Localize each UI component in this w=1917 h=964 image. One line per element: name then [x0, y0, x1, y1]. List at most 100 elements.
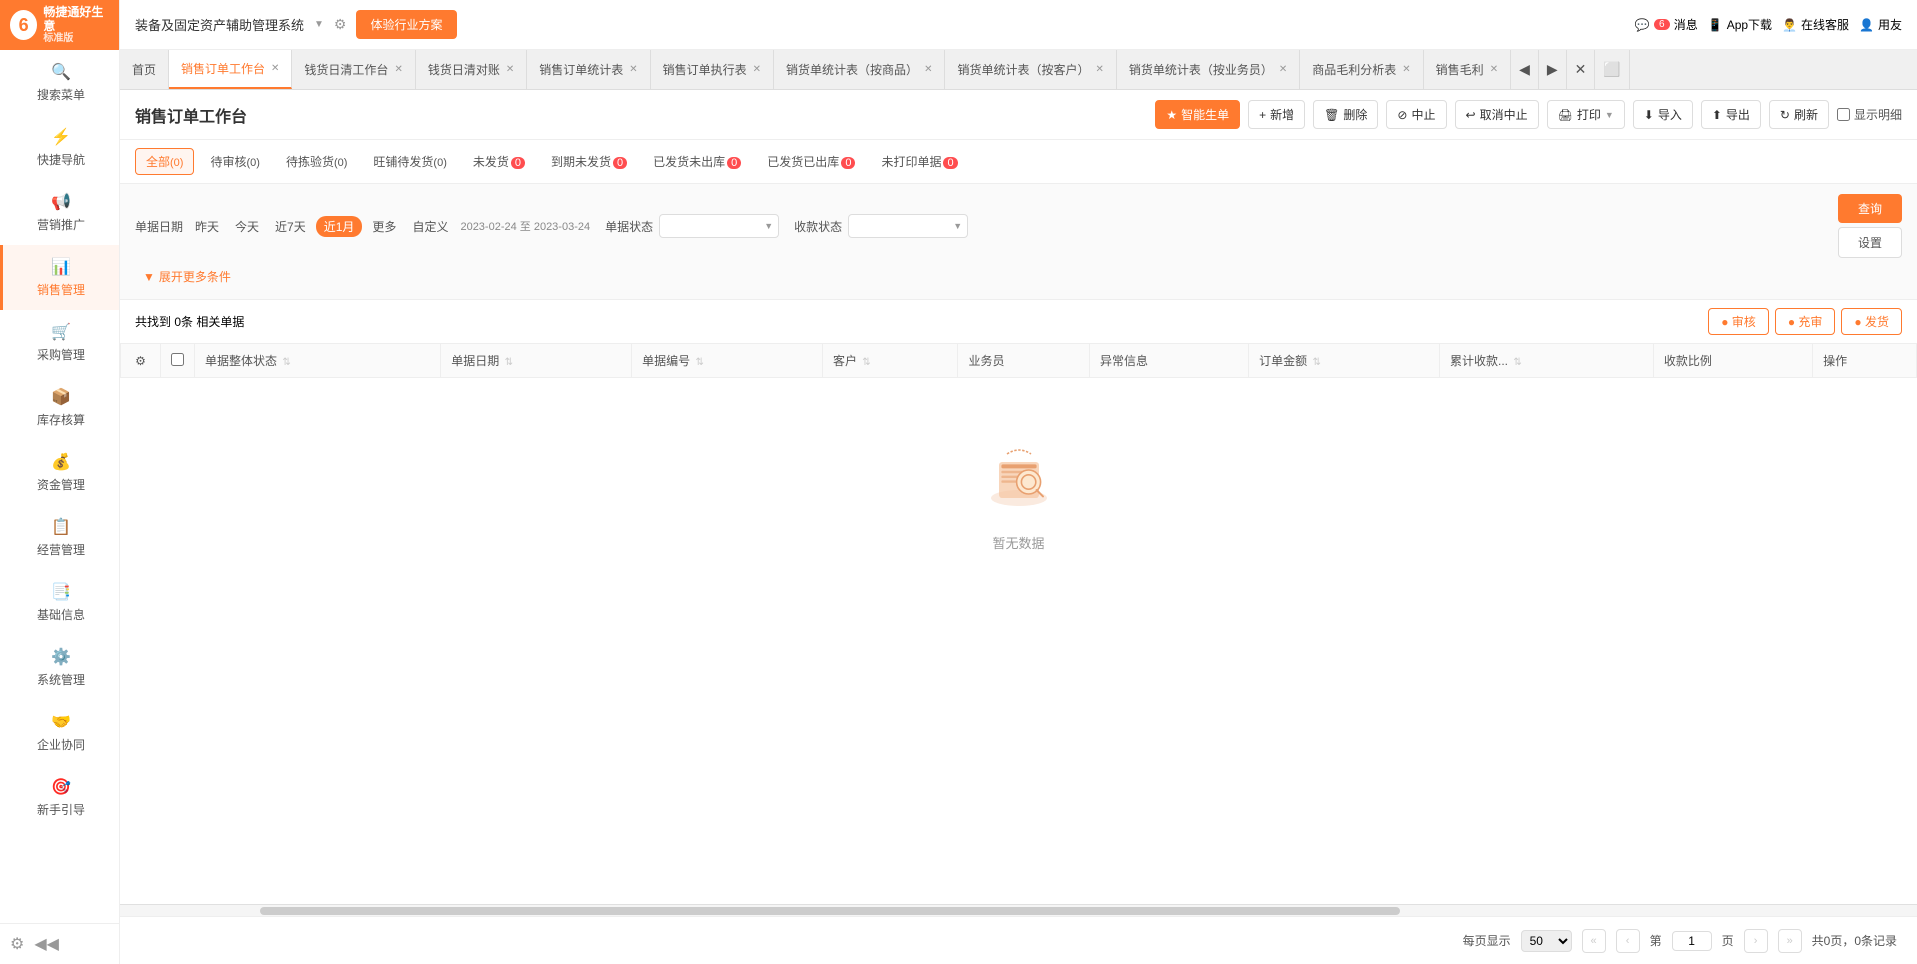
tab-sales-exec-close[interactable]: ✕: [753, 64, 761, 75]
sidebar-item-system[interactable]: ⚙️ 系统管理: [0, 635, 119, 700]
tab-sales-exec[interactable]: 销售订单执行表 ✕: [651, 50, 774, 89]
user-action[interactable]: 👤 用友: [1859, 16, 1902, 33]
sidebar-item-sales[interactable]: 📊 销售管理: [0, 245, 119, 310]
tab-sales-stat-close[interactable]: ✕: [629, 64, 637, 75]
expand-conditions-btn[interactable]: ▼ 展开更多条件: [135, 264, 1902, 289]
show-detail-input[interactable]: [1837, 108, 1850, 121]
tab-sales-workbench[interactable]: 销售订单工作台 ✕: [169, 50, 292, 89]
col-payment-ratio[interactable]: 收款比例: [1653, 344, 1812, 378]
first-page-btn[interactable]: «: [1582, 929, 1606, 953]
print-button[interactable]: 🖨 打印 ▼: [1547, 100, 1625, 129]
filter-settings-button[interactable]: 设置: [1838, 227, 1902, 258]
tab-gross-profit-close[interactable]: ✕: [1402, 64, 1410, 75]
tab-cash-reconcile[interactable]: 钱货日清对账 ✕: [416, 50, 527, 89]
next-page-btn[interactable]: ›: [1744, 929, 1768, 953]
payment-status-select[interactable]: [848, 214, 968, 238]
collapse-icon[interactable]: ◀◀: [34, 934, 59, 954]
sub-tab-overdue-not-ship[interactable]: 到期未发货0: [541, 149, 637, 174]
ship-button[interactable]: ● 发货: [1841, 308, 1902, 335]
col-order-amount[interactable]: 订单金额 ⇅: [1249, 344, 1440, 378]
online-service-action[interactable]: 👨‍💼 在线客服: [1782, 16, 1849, 33]
tab-sales-stat[interactable]: 销售订单统计表 ✕: [527, 50, 650, 89]
last-page-btn[interactable]: »: [1778, 929, 1802, 953]
col-exception[interactable]: 异常信息: [1089, 344, 1248, 378]
sidebar-item-enterprise[interactable]: 🤝 企业协同: [0, 700, 119, 765]
prev-page-btn[interactable]: ‹: [1616, 929, 1640, 953]
sub-tab-pending-inspect[interactable]: 待拣验货(0): [276, 149, 357, 174]
col-doc-date[interactable]: 单据日期 ⇅: [441, 344, 632, 378]
sub-tab-wangpu-ship[interactable]: 旺铺待发货(0): [363, 149, 456, 174]
sub-tab-all[interactable]: 全部(0): [135, 148, 194, 175]
smart-create-button[interactable]: ★ 智能生单: [1155, 100, 1240, 129]
gear-icon[interactable]: ⚙: [334, 16, 347, 33]
cancel-stop-button[interactable]: ↩ 取消中止: [1455, 100, 1539, 129]
sidebar-item-operations[interactable]: 📋 经营管理: [0, 505, 119, 570]
delete-button[interactable]: 🗑 删除: [1313, 100, 1378, 129]
sidebar-item-quick-nav[interactable]: ⚡ 快捷导航: [0, 115, 119, 180]
sub-tab-not-shipped[interactable]: 未发货0: [463, 149, 535, 174]
sub-tab-pending-review[interactable]: 待审核(0): [200, 149, 269, 174]
tab-home[interactable]: 首页: [120, 50, 169, 89]
tab-sales-more-close[interactable]: ✕: [1490, 64, 1498, 75]
col-settings[interactable]: ⚙: [121, 344, 161, 378]
date-option-yesterday[interactable]: 昨天: [189, 216, 225, 237]
col-doc-status[interactable]: 单据整体状态 ⇅: [195, 344, 441, 378]
sub-tab-shipped-not-in[interactable]: 已发货未出库0: [643, 149, 751, 174]
col-doc-no[interactable]: 单据编号 ⇅: [632, 344, 823, 378]
tab-sales-workbench-close[interactable]: ✕: [271, 63, 279, 74]
import-button[interactable]: ⬇ 导入: [1633, 100, 1693, 129]
page-number-input[interactable]: [1672, 931, 1712, 951]
tab-sales-by-customer-close[interactable]: ✕: [1095, 64, 1103, 75]
sub-tab-not-printed[interactable]: 未打印单据0: [871, 149, 967, 174]
col-received[interactable]: 累计收款... ⇅: [1439, 344, 1653, 378]
tab-sales-by-product[interactable]: 销货单统计表（按商品） ✕: [774, 50, 945, 89]
sidebar-item-guide[interactable]: 🎯 新手引导: [0, 765, 119, 830]
sidebar-item-finance[interactable]: 💰 资金管理: [0, 440, 119, 505]
sidebar-item-purchase[interactable]: 🛒 采购管理: [0, 310, 119, 375]
system-title-dropdown[interactable]: ▼: [314, 19, 324, 30]
settings-icon[interactable]: ⚙: [10, 934, 24, 954]
tab-prev-btn[interactable]: ◀: [1511, 50, 1539, 89]
tab-sales-by-customer[interactable]: 销货单统计表（按客户） ✕: [945, 50, 1116, 89]
refresh-button[interactable]: ↻ 刷新: [1769, 100, 1829, 129]
message-action[interactable]: 💬 6 消息: [1635, 16, 1698, 33]
col-checkbox[interactable]: [161, 344, 195, 378]
tab-cash-reconcile-close[interactable]: ✕: [506, 64, 514, 75]
col-customer[interactable]: 客户 ⇅: [822, 344, 958, 378]
doc-status-select[interactable]: [659, 214, 779, 238]
experience-button[interactable]: 体验行业方案: [356, 10, 456, 39]
col-salesman[interactable]: 业务员: [958, 344, 1090, 378]
select-all-checkbox[interactable]: [171, 353, 184, 366]
tab-gross-profit[interactable]: 商品毛利分析表 ✕: [1300, 50, 1423, 89]
scrollbar-thumb[interactable]: [260, 907, 1400, 915]
sidebar-item-basic-info[interactable]: 📑 基础信息: [0, 570, 119, 635]
tab-sales-by-product-close[interactable]: ✕: [924, 64, 932, 75]
date-option-1month[interactable]: 近1月: [316, 216, 363, 237]
app-download-action[interactable]: 📱 App下载: [1708, 16, 1772, 33]
sidebar-item-search[interactable]: 🔍 搜索菜单: [0, 50, 119, 115]
date-option-7days[interactable]: 近7天: [269, 216, 312, 237]
sidebar-item-marketing[interactable]: 📢 营销推广: [0, 180, 119, 245]
stop-button[interactable]: ⊘ 中止: [1386, 100, 1446, 129]
date-option-custom[interactable]: 自定义: [406, 216, 454, 237]
tab-sales-by-staff-close[interactable]: ✕: [1279, 64, 1287, 75]
export-button[interactable]: ⬆ 导出: [1701, 100, 1761, 129]
show-detail-checkbox[interactable]: 显示明细: [1837, 106, 1902, 123]
query-button[interactable]: 查询: [1838, 194, 1902, 223]
tab-sales-more[interactable]: 销售毛利 ✕: [1424, 50, 1511, 89]
horizontal-scrollbar[interactable]: [120, 904, 1917, 916]
add-button[interactable]: + 新增: [1248, 100, 1305, 129]
sub-tab-shipped-in[interactable]: 已发货已出库0: [757, 149, 865, 174]
tab-next-btn[interactable]: ▶: [1539, 50, 1567, 89]
tab-cash-daily-close[interactable]: ✕: [394, 64, 402, 75]
page-size-select[interactable]: 50 100 200: [1521, 930, 1572, 952]
tab-maximize-btn[interactable]: ⬜: [1595, 50, 1629, 89]
table-scroll[interactable]: ⚙ 单据整体状态 ⇅ 单据日期 ⇅: [120, 343, 1917, 904]
approve-button[interactable]: ● 审核: [1708, 308, 1769, 335]
sidebar-item-inventory[interactable]: 📦 库存核算: [0, 375, 119, 440]
tab-close-all-btn[interactable]: ✕: [1567, 50, 1596, 89]
tab-cash-daily[interactable]: 钱货日清工作台 ✕: [292, 50, 415, 89]
date-option-more[interactable]: 更多: [366, 216, 402, 237]
date-option-today[interactable]: 今天: [229, 216, 265, 237]
unapprove-button[interactable]: ● 充审: [1775, 308, 1836, 335]
